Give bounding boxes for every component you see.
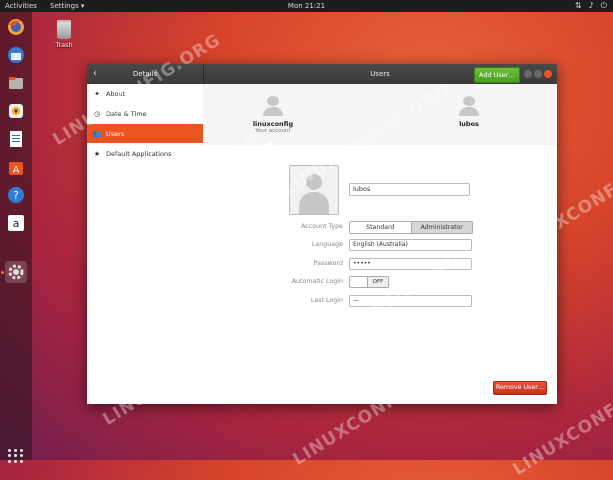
user-subtitle: Your account xyxy=(255,128,291,134)
user-lubos[interactable]: lubos xyxy=(449,96,489,128)
last-login-button[interactable]: — xyxy=(349,295,472,307)
close-icon[interactable] xyxy=(544,70,552,78)
add-user-button[interactable]: Add User… xyxy=(474,67,520,83)
automatic-login-switch[interactable]: OFF xyxy=(349,276,389,288)
panel-title: Details xyxy=(132,70,158,78)
user-details: lubos Account Type Standard Administrato… xyxy=(203,145,557,404)
settings-sidebar: ✦ About ◷ Date & Time 👥 Users ★ Default … xyxy=(87,84,204,404)
window-titlebar[interactable]: ‹ Details Users Add User… xyxy=(87,64,557,84)
help-icon[interactable]: ? xyxy=(5,184,27,206)
avatar-icon xyxy=(267,96,279,106)
user-name: lubos xyxy=(459,120,479,128)
language-label: Language xyxy=(311,241,343,248)
rhythmbox-icon[interactable] xyxy=(5,100,27,122)
password-button[interactable]: ••••• xyxy=(349,258,472,270)
svg-text:A: A xyxy=(13,165,20,176)
users-icon: 👥 xyxy=(92,129,102,138)
sidebar-item-users[interactable]: 👥 Users xyxy=(87,124,203,143)
administrator-option[interactable]: Administrator xyxy=(411,222,472,233)
minimize-icon[interactable] xyxy=(524,70,532,78)
automatic-login-label: Automatic Login xyxy=(291,278,343,285)
svg-text:a: a xyxy=(13,217,20,230)
volume-icon[interactable]: ♪ xyxy=(589,1,594,11)
sidebar-item-label: Default Applications xyxy=(106,149,172,158)
power-icon[interactable]: ⏻ xyxy=(601,1,607,11)
launcher-dock: A ? a xyxy=(0,12,32,463)
star-icon: ✦ xyxy=(94,89,100,98)
user-list: linuxconfig Your account lubos xyxy=(203,84,557,146)
running-indicator xyxy=(1,271,4,274)
desktop-trash[interactable]: Trash xyxy=(50,20,78,49)
avatar-icon xyxy=(306,174,322,190)
account-type-toggle[interactable]: Standard Administrator xyxy=(349,221,473,234)
software-center-icon[interactable]: A xyxy=(5,156,27,178)
remove-user-button[interactable]: Remove User… xyxy=(493,381,547,395)
show-applications-icon[interactable] xyxy=(8,449,24,463)
standard-option[interactable]: Standard xyxy=(350,222,412,233)
sidebar-item-label: Users xyxy=(106,129,125,138)
sidebar-item-default-applications[interactable]: ★ Default Applications xyxy=(87,144,203,163)
user-name: linuxconfig xyxy=(252,120,294,128)
sidebar-item-label: About xyxy=(106,89,126,98)
password-label: Password xyxy=(313,260,343,267)
settings-window: ‹ Details Users Add User… ✦ About ◷ Date… xyxy=(87,64,557,404)
trash-label: Trash xyxy=(55,41,73,49)
sidebar-item-date-time[interactable]: ◷ Date & Time xyxy=(87,104,203,123)
thunderbird-icon[interactable] xyxy=(5,44,27,66)
user-avatar-button[interactable] xyxy=(289,165,339,215)
last-login-label: Last Login xyxy=(310,297,343,304)
star-icon: ★ xyxy=(93,149,101,158)
account-type-label: Account Type xyxy=(301,223,343,230)
language-button[interactable]: English (Australia) xyxy=(349,239,472,251)
clock[interactable]: Mon 21:21 xyxy=(0,2,613,10)
settings-icon[interactable] xyxy=(5,261,27,283)
writer-icon[interactable] xyxy=(5,128,27,150)
files-icon[interactable] xyxy=(5,72,27,94)
svg-text:?: ? xyxy=(13,189,19,202)
system-tray[interactable]: ⇅ ♪ ⏻ xyxy=(575,1,607,11)
top-bar: Activities Settings ▾ Mon 21:21 ⇅ ♪ ⏻ xyxy=(0,0,613,12)
network-icon[interactable]: ⇅ xyxy=(575,1,582,11)
amazon-icon[interactable]: a xyxy=(5,212,27,234)
users-panel: linuxconfig Your account lubos lubos Acc… xyxy=(203,84,557,404)
sidebar-item-about[interactable]: ✦ About xyxy=(87,84,203,103)
user-name-field[interactable]: lubos xyxy=(349,183,470,196)
user-linuxconfig[interactable]: linuxconfig Your account xyxy=(248,96,298,134)
firefox-icon[interactable] xyxy=(5,16,27,38)
avatar-icon xyxy=(463,96,475,106)
clock-icon: ◷ xyxy=(93,109,101,118)
maximize-icon[interactable] xyxy=(534,70,542,78)
panel-header: ‹ Details xyxy=(87,64,204,84)
switch-state: OFF xyxy=(372,279,384,285)
trash-icon xyxy=(57,20,71,39)
sidebar-item-label: Date & Time xyxy=(106,109,147,118)
